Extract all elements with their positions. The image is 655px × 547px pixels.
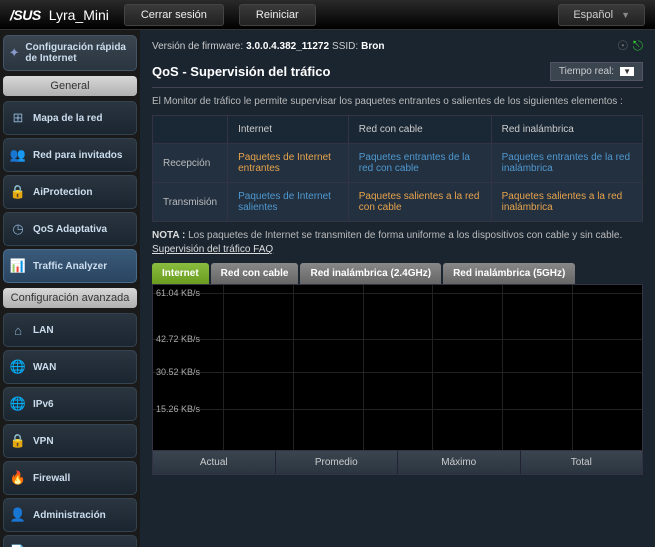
nav-icon: 📄 <box>9 543 27 547</box>
nav-label: Firewall <box>33 473 70 484</box>
nav-icon: 👤 <box>9 506 27 524</box>
faq-link[interactable]: Supervisión del tráfico FAQ <box>152 244 273 255</box>
col-wired: Red con cable <box>348 116 491 144</box>
quick-setup-label: Configuración rápida de Internet <box>25 42 132 64</box>
sidebar-item-lan[interactable]: ⌂ LAN <box>3 313 137 347</box>
nav-icon: ⊞ <box>9 109 27 127</box>
sidebar-item-mapa-de-la-red[interactable]: ⊞ Mapa de la red <box>3 101 137 135</box>
firmware-version: 3.0.0.4.382_11272 <box>246 41 329 52</box>
realtime-label: Tiempo real: <box>559 66 614 77</box>
nav-icon: 🌐 <box>9 395 27 413</box>
nav-label: QoS Adaptativa <box>33 224 107 235</box>
nav-icon: ◷ <box>9 220 27 238</box>
advanced-header: Configuración avanzada <box>3 288 137 308</box>
chevron-down-icon: ▼ <box>620 67 634 76</box>
stat-total: Total <box>521 451 643 474</box>
realtime-select[interactable]: Tiempo real: ▼ <box>550 62 643 81</box>
nav-label: IPv6 <box>33 399 54 410</box>
quick-setup-button[interactable]: ✦ Configuración rápida de Internet <box>3 35 137 71</box>
ssid-value: Bron <box>361 41 384 52</box>
sidebar-item-qos-adaptativa[interactable]: ◷ QoS Adaptativa <box>3 212 137 246</box>
sidebar: ✦ Configuración rápida de Internet Gener… <box>0 30 140 547</box>
row-reception: Recepción <box>153 144 228 183</box>
y-tick: 15.26 KB/s <box>156 404 200 414</box>
nav-icon: 🔒 <box>9 432 27 450</box>
y-tick: 61.04 KB/s <box>156 288 200 298</box>
link-wired-in[interactable]: Paquetes entrantes de la red con cable <box>359 152 470 174</box>
sidebar-item-registro-del-sistema[interactable]: 📄Registro del sistema <box>3 535 137 547</box>
wand-icon: ✦ <box>8 44 20 62</box>
link-internet-in[interactable]: Paquetes de Internet entrantes <box>238 152 331 174</box>
stats-row: ActualPromedioMáximoTotal <box>152 451 643 475</box>
logout-button[interactable]: Cerrar sesión <box>124 4 224 26</box>
nav-icon: 📊 <box>9 257 27 275</box>
sidebar-item-firewall[interactable]: 🔥 Firewall <box>3 461 137 495</box>
nav-icon: 🔒 <box>9 183 27 201</box>
tab-1[interactable]: Red con cable <box>211 263 299 284</box>
link-icon: ⎋ <box>633 38 643 54</box>
nav-label: Mapa de la red <box>33 113 102 124</box>
nav-label: Traffic Analyzer <box>33 261 107 272</box>
general-header: General <box>3 76 137 96</box>
usb-icon: ☉ <box>617 38 629 54</box>
topbar: /SUS Lyra_Mini Cerrar sesión Reiniciar E… <box>0 0 655 30</box>
col-wireless: Red inalámbrica <box>491 116 642 144</box>
nav-icon: 👥 <box>9 146 27 164</box>
link-wireless-in[interactable]: Paquetes entrantes de la red inalámbrica <box>502 152 630 174</box>
tab-0[interactable]: Internet <box>152 263 209 284</box>
link-wireless-out[interactable]: Paquetes salientes a la red inalámbrica <box>502 191 623 213</box>
description: El Monitor de tráfico le permite supervi… <box>152 96 643 107</box>
nav-label: AiProtection <box>33 187 92 198</box>
nav-icon: 🌐 <box>9 358 27 376</box>
sidebar-item-administración[interactable]: 👤 Administración <box>3 498 137 532</box>
nav-label: VPN <box>33 436 54 447</box>
link-wired-out[interactable]: Paquetes salientes a la red con cable <box>359 191 480 213</box>
link-internet-out[interactable]: Paquetes de Internet salientes <box>238 191 331 213</box>
note: NOTA : Los paquetes de Internet se trans… <box>152 230 643 241</box>
main-panel: Versión de firmware: 3.0.0.4.382_11272 S… <box>140 30 655 547</box>
col-internet: Internet <box>228 116 349 144</box>
language-label: Español <box>573 9 613 21</box>
reboot-button[interactable]: Reiniciar <box>239 4 316 26</box>
traffic-chart: 61.04 KB/s 42.72 KB/s 30.52 KB/s 15.26 KB/s <box>152 284 643 451</box>
chevron-down-icon: ▼ <box>621 10 630 20</box>
model-name: Lyra_Mini <box>49 7 109 23</box>
sidebar-item-vpn[interactable]: 🔒 VPN <box>3 424 137 458</box>
sidebar-item-aiprotection[interactable]: 🔒 AiProtection <box>3 175 137 209</box>
stat-máximo: Máximo <box>398 451 521 474</box>
firmware-label: Versión de firmware: <box>152 41 243 52</box>
nav-label: LAN <box>33 325 54 336</box>
traffic-table: Internet Red con cable Red inalámbrica R… <box>152 115 643 222</box>
stat-actual: Actual <box>153 451 276 474</box>
brand-logo: /SUS <box>10 7 41 23</box>
stat-promedio: Promedio <box>276 451 399 474</box>
tab-3[interactable]: Red inalámbrica (5GHz) <box>443 263 575 284</box>
sidebar-item-ipv6[interactable]: 🌐 IPv6 <box>3 387 137 421</box>
chart-tabs: InternetRed con cableRed inalámbrica (2.… <box>152 263 643 284</box>
language-select[interactable]: Español ▼ <box>558 4 645 26</box>
y-tick: 42.72 KB/s <box>156 334 200 344</box>
sidebar-item-wan[interactable]: 🌐 WAN <box>3 350 137 384</box>
page-title: QoS - Supervisión del tráfico <box>152 64 330 79</box>
nav-label: Red para invitados <box>33 150 122 161</box>
nav-label: Administración <box>33 510 106 521</box>
y-tick: 30.52 KB/s <box>156 367 200 377</box>
nav-icon: ⌂ <box>9 321 27 339</box>
nav-label: WAN <box>33 362 56 373</box>
firmware-bar: Versión de firmware: 3.0.0.4.382_11272 S… <box>152 38 643 54</box>
tab-2[interactable]: Red inalámbrica (2.4GHz) <box>300 263 441 284</box>
nav-icon: 🔥 <box>9 469 27 487</box>
ssid-label: SSID: <box>332 41 358 52</box>
sidebar-item-traffic-analyzer[interactable]: 📊 Traffic Analyzer <box>3 249 137 283</box>
sidebar-item-red-para-invitados[interactable]: 👥 Red para invitados <box>3 138 137 172</box>
row-transmission: Transmisión <box>153 183 228 222</box>
